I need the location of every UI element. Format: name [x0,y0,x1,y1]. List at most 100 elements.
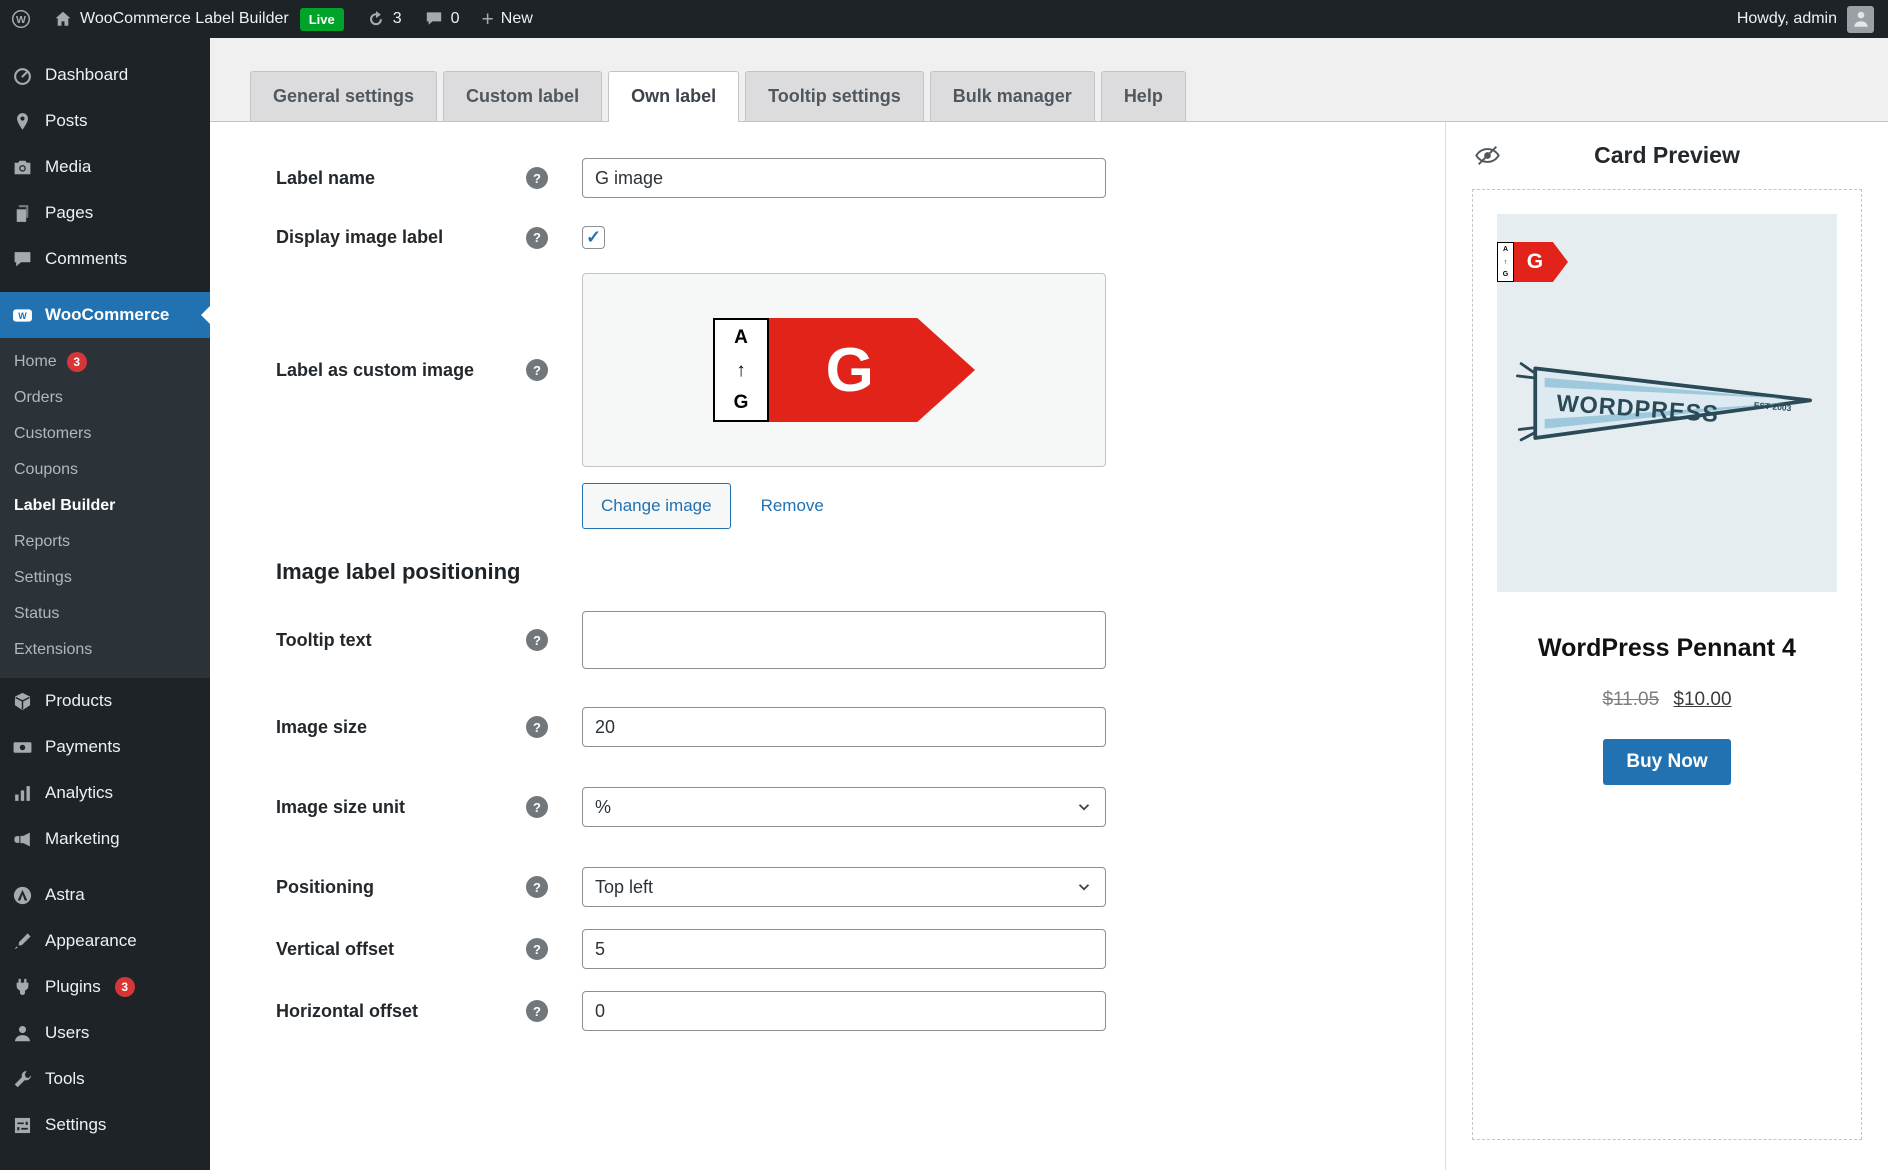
help-icon[interactable]: ? [526,226,548,249]
home-icon [55,11,71,26]
sidebar-item-marketing[interactable]: Marketing [0,816,210,862]
submenu-item-home[interactable]: Home 3 [0,344,210,380]
sidebar-item-label: Plugins [45,977,101,996]
plus-icon: + [481,7,494,31]
avatar[interactable] [1847,5,1874,33]
submenu-item-orders[interactable]: Orders [0,380,210,416]
change-image-button[interactable]: Change image [582,483,731,529]
tab-custom-label[interactable]: Custom label [443,71,603,121]
help-icon[interactable]: ? [526,716,548,738]
submenu-item-customers[interactable]: Customers [0,416,210,452]
sidebar-item-label: Analytics [45,783,114,802]
site-name: WooCommerce Label Builder [80,10,289,27]
sidebar-item-posts[interactable]: Posts [0,98,210,144]
sidebar-item-payments[interactable]: Payments [0,724,210,770]
energy-label-image: A ↑ G G [713,318,975,422]
submenu-item-status[interactable]: Status [0,596,210,632]
new-label: New [500,10,533,27]
wordpress-logo-menu[interactable]: W [0,0,42,38]
products-icon [14,692,31,710]
sidebar-item-label: Products [45,691,113,710]
sidebar: Dashboard Posts Media Pages Comments W W… [0,38,210,1170]
appearance-icon [14,932,31,949]
sidebar-item-label: Astra [45,885,85,904]
tab-tooltip-settings[interactable]: Tooltip settings [745,71,924,121]
tab-general-settings[interactable]: General settings [250,71,438,121]
display-image-label-checkbox[interactable]: ✓ [582,226,605,249]
up-arrow-icon: ↑ [736,359,746,381]
updates-menu[interactable]: 3 [355,0,413,38]
admin-comments-count: 0 [450,10,460,27]
card-preview-title: Card Preview [1594,142,1740,168]
tab-help[interactable]: Help [1100,71,1186,121]
home-count-badge: 3 [66,352,87,372]
astra-icon [13,886,32,904]
sidebar-item-label: Payments [45,737,121,756]
energy-grade-arrow: G [1514,242,1568,282]
sidebar-item-comments[interactable]: Comments [0,236,210,282]
sidebar-item-astra[interactable]: Astra [0,872,210,918]
help-icon[interactable]: ? [526,167,548,189]
sidebar-item-label: Appearance [45,931,137,950]
settings-form: Label name ? Display image label ? ✓ Lab… [210,122,1445,1170]
label-as-custom-image-label: Label as custom image [276,359,475,380]
label-name-input[interactable] [582,158,1106,198]
help-icon[interactable]: ? [526,1000,548,1022]
sidebar-item-label: Comments [45,249,128,268]
wordpress-logo-icon: W [11,9,31,29]
vertical-offset-input[interactable] [582,929,1106,969]
sidebar-item-woocommerce[interactable]: W WooCommerce [0,292,210,338]
woocommerce-submenu: Home 3 Orders Customers Coupons Label Bu… [0,338,210,678]
submenu-item-coupons[interactable]: Coupons [0,452,210,488]
submenu-item-extensions[interactable]: Extensions [0,632,210,668]
payments-icon [13,741,32,753]
submenu-item-settings[interactable]: Settings [0,560,210,596]
tab-panel-own-label: Label name ? Display image label ? ✓ Lab… [210,122,1888,1170]
help-icon[interactable]: ? [526,359,548,381]
sidebar-item-appearance[interactable]: Appearance [0,918,210,964]
sidebar-item-dashboard[interactable]: Dashboard [0,52,210,98]
horizontal-offset-input[interactable] [582,991,1106,1031]
image-size-input[interactable] [582,707,1106,747]
sidebar-item-plugins[interactable]: Plugins 3 [0,964,210,1010]
eye-slash-icon[interactable] [1474,142,1501,169]
plugins-count-badge: 3 [114,977,135,997]
wp-logo-letter: W [16,14,26,26]
pennant-subtext: EST 2003 [1753,400,1792,413]
energy-label-overlay: A ↑ G G [1497,242,1568,282]
help-icon[interactable]: ? [526,629,548,651]
help-icon[interactable]: ? [526,876,548,898]
tab-own-label[interactable]: Own label [608,71,740,122]
energy-grade-arrow: G [769,318,975,422]
help-icon[interactable]: ? [526,796,548,818]
sidebar-separator [0,862,210,872]
tooltip-text-textarea[interactable] [582,611,1106,669]
sidebar-item-tools[interactable]: Tools [0,1056,210,1102]
comments-menu[interactable]: 0 [413,0,471,38]
vertical-offset-label: Vertical offset [276,938,395,959]
help-icon[interactable]: ? [526,938,548,960]
sidebar-item-settings[interactable]: Settings [0,1102,210,1148]
howdy-text[interactable]: Howdy, admin [1737,10,1837,28]
dashboard-icon [14,67,31,85]
tab-bulk-manager[interactable]: Bulk manager [929,71,1095,121]
pennant-image: WORDPRESS EST 2003 [1515,362,1812,442]
sidebar-item-analytics[interactable]: Analytics [0,770,210,816]
sidebar-item-users[interactable]: Users [0,1010,210,1056]
submenu-item-label-builder[interactable]: Label Builder [0,488,210,524]
sidebar-item-media[interactable]: Media [0,144,210,190]
remove-image-link[interactable]: Remove [761,496,824,516]
site-menu[interactable]: WooCommerce Label Builder Live [42,0,355,38]
submenu-item-reports[interactable]: Reports [0,524,210,560]
updates-icon [369,11,382,26]
positioning-select[interactable]: Top left [582,867,1106,907]
old-price: $11.05 [1602,689,1660,710]
product-title: WordPress Pennant 4 [1538,634,1796,662]
buy-now-button[interactable]: Buy Now [1603,739,1731,785]
sidebar-item-label: Media [45,157,92,176]
comments-icon [14,251,31,266]
sidebar-item-products[interactable]: Products [0,678,210,724]
sidebar-item-pages[interactable]: Pages [0,190,210,236]
new-menu[interactable]: + New [471,0,544,38]
image-size-unit-select[interactable]: % [582,787,1106,827]
